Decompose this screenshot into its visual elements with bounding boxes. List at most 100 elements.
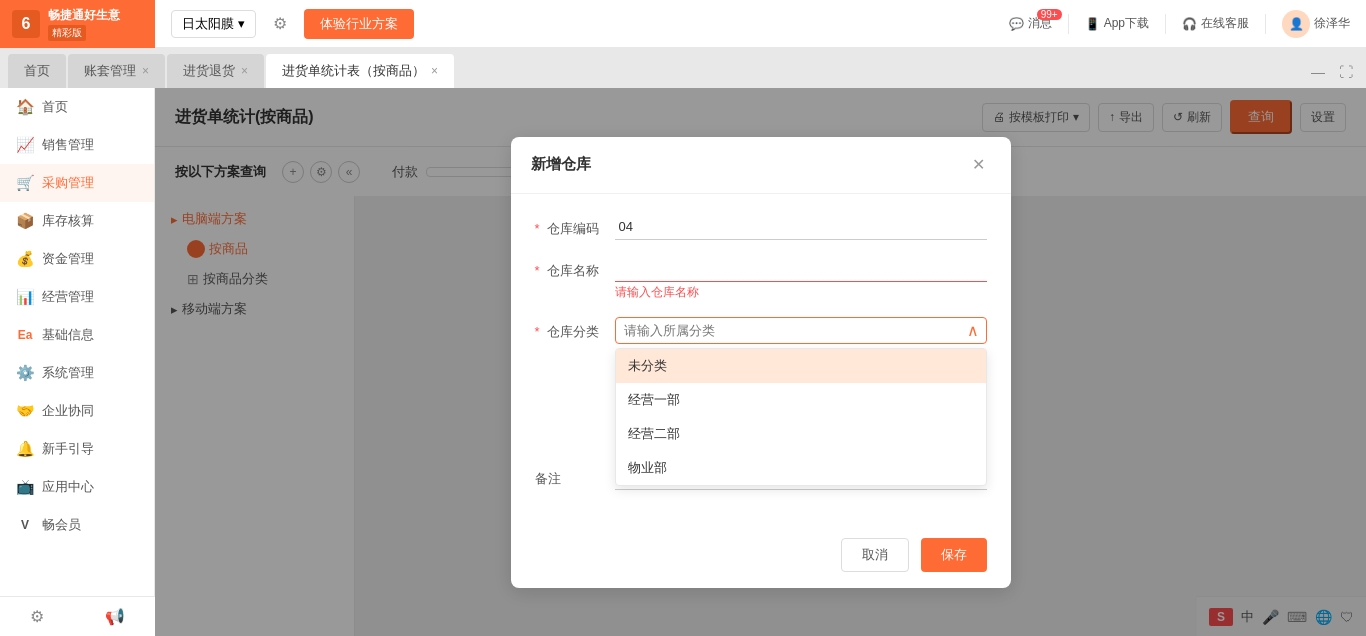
speaker-icon[interactable]: 📢 [105, 607, 125, 626]
tab-purchase-return-close[interactable]: × [241, 64, 248, 78]
property-label: 物业部 [628, 460, 667, 475]
message-icon: 💬 [1009, 17, 1024, 31]
remark-label-text: 备注 [535, 471, 561, 486]
online-service-item[interactable]: 🎧 在线客服 [1182, 15, 1249, 32]
category-label: * 仓库分类 [535, 317, 615, 341]
code-input[interactable] [615, 214, 987, 240]
dropdown-item-dept2[interactable]: 经营二部 [616, 417, 986, 451]
sidebar-finance-label: 资金管理 [42, 250, 94, 268]
tab-purchase-return[interactable]: 进货退货 × [167, 54, 264, 88]
store-name: 日太阳膜 [182, 15, 234, 33]
brand-badge: 精彩版 [48, 25, 86, 41]
divider3 [1265, 14, 1266, 34]
dropdown-item-dept1[interactable]: 经营一部 [616, 383, 986, 417]
sidebar-item-collab[interactable]: 🤝 企业协同 [0, 392, 154, 430]
required-star-code: * [535, 221, 540, 236]
store-selector[interactable]: 日太阳膜 ▾ [171, 10, 256, 38]
system-icon: ⚙️ [16, 364, 34, 382]
sidebar-system-label: 系统管理 [42, 364, 94, 382]
base-info-icon: Ea [16, 326, 34, 344]
dept2-label: 经营二部 [628, 426, 680, 441]
modal-backdrop[interactable]: 新增仓库 ✕ * 仓库编码 [155, 88, 1366, 636]
tab-actions: — ⛶ [1306, 60, 1358, 88]
name-input[interactable] [615, 256, 987, 282]
add-warehouse-modal: 新增仓库 ✕ * 仓库编码 [511, 137, 1011, 588]
tab-home[interactable]: 首页 [8, 54, 66, 88]
sidebar-item-app-center[interactable]: 📺 应用中心 [0, 468, 154, 506]
logo-area: 6 畅捷通好生意 精彩版 [0, 0, 155, 48]
modal-footer: 取消 保存 [511, 526, 1011, 588]
required-star-category: * [535, 324, 540, 339]
sidebar-base-info-label: 基础信息 [42, 326, 94, 344]
code-label-text: 仓库编码 [547, 221, 599, 236]
headset-icon: 🎧 [1182, 17, 1197, 31]
category-select-wrap: ∧ 未分类 经营一部 经营二部 [615, 317, 987, 344]
required-star-name: * [535, 263, 540, 278]
logo-icon: 6 [12, 10, 40, 38]
tab-home-label: 首页 [24, 62, 50, 80]
message-badge: 99+ [1037, 9, 1062, 20]
message-item[interactable]: 💬 消息 99+ [1009, 15, 1052, 32]
save-button[interactable]: 保存 [921, 538, 987, 572]
user-item[interactable]: 👤 徐泽华 [1282, 10, 1350, 38]
member-icon: V [16, 516, 34, 534]
name-label: * 仓库名称 [535, 256, 615, 280]
app-download-item[interactable]: 📱 App下载 [1085, 15, 1149, 32]
chevron-up-icon[interactable]: ∧ [967, 321, 979, 340]
dropdown-item-property[interactable]: 物业部 [616, 451, 986, 485]
content-area: 进货单统计(按商品) 🖨 按模板打印 ▾ ↑ 导出 ↺ 刷新 查询 设置 [155, 88, 1366, 636]
sidebar-member-label: 畅会员 [42, 516, 81, 534]
sidebar-item-inventory[interactable]: 📦 库存核算 [0, 202, 154, 240]
brand-text: 畅捷通好生意 精彩版 [48, 7, 120, 41]
dept1-label: 经营一部 [628, 392, 680, 407]
guide-icon: 🔔 [16, 440, 34, 458]
tab-minimize-icon[interactable]: — [1306, 60, 1330, 84]
sidebar-item-base-info[interactable]: Ea 基础信息 [0, 316, 154, 354]
dropdown-item-unclassified[interactable]: 未分类 [616, 349, 986, 383]
gear-button[interactable]: ⚙ [264, 8, 296, 40]
sidebar-guide-label: 新手引导 [42, 440, 94, 458]
sidebar-item-member[interactable]: V 畅会员 [0, 506, 154, 544]
management-icon: 📊 [16, 288, 34, 306]
online-service-label: 在线客服 [1201, 15, 1249, 32]
sidebar-collab-label: 企业协同 [42, 402, 94, 420]
modal-close-button[interactable]: ✕ [967, 153, 991, 177]
phone-icon: 📱 [1085, 17, 1100, 31]
settings-bottom-icon[interactable]: ⚙ [30, 607, 44, 626]
top-header: 6 畅捷通好生意 精彩版 日太阳膜 ▾ ⚙ 体验行业方案 💬 消息 99+ 📱 … [0, 0, 1366, 48]
name-input-wrap: 请输入仓库名称 [615, 256, 987, 301]
sidebar-item-system[interactable]: ⚙️ 系统管理 [0, 354, 154, 392]
unclassified-label: 未分类 [628, 358, 667, 373]
cancel-button[interactable]: 取消 [841, 538, 909, 572]
username: 徐泽华 [1314, 15, 1350, 32]
sidebar-sales-label: 销售管理 [42, 136, 94, 154]
modal-header: 新增仓库 ✕ [511, 137, 1011, 194]
tab-purchase-stats-label: 进货单统计表（按商品） [282, 62, 425, 80]
name-row: * 仓库名称 请输入仓库名称 [535, 256, 987, 301]
sidebar-item-home[interactable]: 🏠 首页 [0, 88, 154, 126]
category-input[interactable] [615, 317, 987, 344]
sidebar-item-management[interactable]: 📊 经营管理 [0, 278, 154, 316]
tab-accounts[interactable]: 账套管理 × [68, 54, 165, 88]
avatar: 👤 [1282, 10, 1310, 38]
category-dropdown: 未分类 经营一部 经营二部 物业部 [615, 348, 987, 486]
sidebar-item-sales[interactable]: 📈 销售管理 [0, 126, 154, 164]
tab-accounts-close[interactable]: × [142, 64, 149, 78]
sidebar-item-purchase[interactable]: 🛒 采购管理 [0, 164, 154, 202]
chevron-down-icon: ▾ [238, 16, 245, 31]
tab-purchase-stats-close[interactable]: × [431, 64, 438, 78]
main-layout: 🏠 首页 📈 销售管理 🛒 采购管理 📦 库存核算 💰 资金管理 📊 经营管理 … [0, 88, 1366, 636]
sidebar-home-label: 首页 [42, 98, 68, 116]
sidebar-inventory-label: 库存核算 [42, 212, 94, 230]
code-label: * 仓库编码 [535, 214, 615, 238]
sidebar: 🏠 首页 📈 销售管理 🛒 采购管理 📦 库存核算 💰 资金管理 📊 经营管理 … [0, 88, 155, 636]
sidebar-item-finance[interactable]: 💰 资金管理 [0, 240, 154, 278]
trial-button[interactable]: 体验行业方案 [304, 9, 414, 39]
tab-maximize-icon[interactable]: ⛶ [1334, 60, 1358, 84]
finance-icon: 💰 [16, 250, 34, 268]
sidebar-purchase-label: 采购管理 [42, 174, 94, 192]
sidebar-item-guide[interactable]: 🔔 新手引导 [0, 430, 154, 468]
tab-purchase-stats[interactable]: 进货单统计表（按商品） × [266, 54, 454, 88]
sidebar-management-label: 经营管理 [42, 288, 94, 306]
divider [1068, 14, 1069, 34]
